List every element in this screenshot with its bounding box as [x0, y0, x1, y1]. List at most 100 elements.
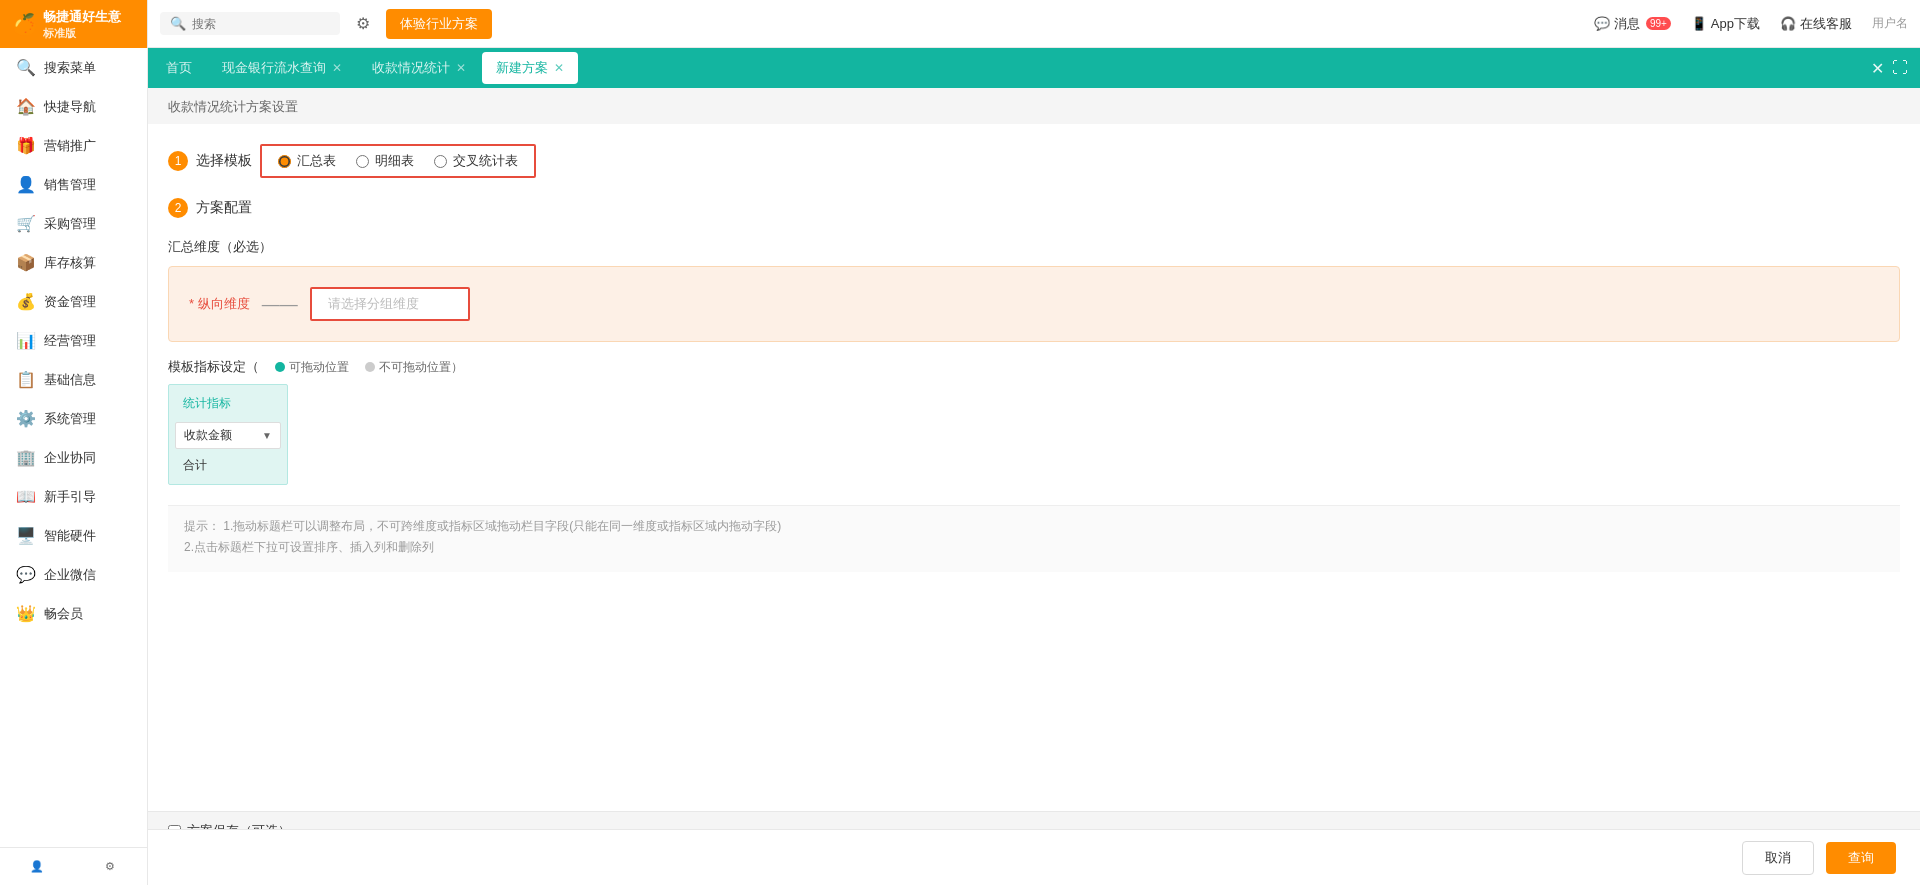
template-options: 汇总表 明细表 交叉统计表 [260, 144, 536, 178]
search-box[interactable]: 🔍 [160, 12, 340, 35]
sidebar-avatar[interactable]: 👤 [0, 856, 74, 877]
sidebar-item-wechat[interactable]: 💬 企业微信 [0, 555, 147, 594]
sidebar-item-member[interactable]: 👑 畅会员 [0, 594, 147, 633]
tip-line1: 提示： 1.拖动标题栏可以调整布局，不可跨维度或指标区域拖动栏目字段(只能在同一… [184, 518, 1884, 535]
cancel-button[interactable]: 取消 [1742, 841, 1814, 875]
stat-amount-label: 收款金额 [184, 427, 232, 444]
message-badge: 99+ [1646, 17, 1671, 30]
stat-dropdown-icon[interactable]: ▼ [262, 430, 272, 441]
tab-bank-flow-close[interactable]: ✕ [332, 61, 342, 75]
tabbar-actions: ✕ ⛶ [1871, 59, 1916, 78]
sidebar: 🍊 畅捷通好生意 标准版 🔍 搜索菜单 🏠 快捷导航 🎁 营销推广 👤 销售管理… [0, 0, 148, 885]
app-logo: 🍊 畅捷通好生意 标准版 [0, 0, 147, 48]
sidebar-item-label: 新手引导 [44, 488, 96, 506]
step2-label: 方案配置 [196, 199, 252, 217]
sidebar-item-label: 基础信息 [44, 371, 96, 389]
sidebar-item-label: 智能硬件 [44, 527, 96, 545]
sidebar-item-label: 企业协同 [44, 449, 96, 467]
movable-text: 可拖动位置 [289, 359, 349, 376]
topbar: 🔍 ⚙ 体验行业方案 💬 消息 99+ 📱 App下载 🎧 在线客服 用户名 [148, 0, 1920, 48]
purchase-icon: 🛒 [16, 214, 36, 233]
tabbar: 首页 现金银行流水查询 ✕ 收款情况统计 ✕ 新建方案 ✕ ✕ ⛶ [148, 48, 1920, 88]
sidebar-item-finance[interactable]: 💰 资金管理 [0, 282, 147, 321]
close-all-icon[interactable]: ✕ [1871, 59, 1884, 78]
online-service-item[interactable]: 🎧 在线客服 [1780, 15, 1852, 33]
guide-icon: 📖 [16, 487, 36, 506]
sidebar-item-marketing[interactable]: 🎁 营销推广 [0, 126, 147, 165]
dimension-select[interactable]: 请选择分组维度 [310, 287, 470, 321]
radio-cross[interactable]: 交叉统计表 [434, 152, 518, 170]
radio-cross-input[interactable] [434, 155, 447, 168]
tip-line2: 2.点击标题栏下拉可设置排序、插入列和删除列 [184, 539, 1884, 556]
tab-collection-stat-label: 收款情况统计 [372, 59, 450, 77]
sidebar-item-quick-nav[interactable]: 🏠 快捷导航 [0, 87, 147, 126]
app-download-label: App下载 [1711, 15, 1760, 33]
member-icon: 👑 [16, 604, 36, 623]
step2-title: 2 方案配置 [168, 198, 1900, 218]
tab-bank-flow-label: 现金银行流水查询 [222, 59, 326, 77]
search-menu-icon: 🔍 [16, 58, 36, 77]
step1-label: 选择模板 [196, 152, 252, 170]
sidebar-item-sales[interactable]: 👤 销售管理 [0, 165, 147, 204]
tab-new-plan-close[interactable]: ✕ [554, 61, 564, 75]
stat-item-amount[interactable]: 收款金额 ▼ [175, 422, 281, 449]
indicators-header: 模板指标设定（ 可拖动位置 不可拖动位置） [168, 358, 1900, 376]
expand-icon[interactable]: ⛶ [1892, 59, 1908, 77]
sidebar-item-label: 系统管理 [44, 410, 96, 428]
sidebar-item-label: 快捷导航 [44, 98, 96, 116]
sidebar-item-label: 搜索菜单 [44, 59, 96, 77]
sidebar-bottom: 👤 ⚙ [0, 847, 147, 885]
sidebar-item-purchase[interactable]: 🛒 采购管理 [0, 204, 147, 243]
radio-cross-label: 交叉统计表 [453, 152, 518, 170]
app-name: 畅捷通好生意 [43, 8, 121, 26]
download-icon: 📱 [1691, 16, 1707, 31]
radio-detail[interactable]: 明细表 [356, 152, 414, 170]
industry-btn[interactable]: 体验行业方案 [386, 9, 492, 39]
sidebar-item-search-menu[interactable]: 🔍 搜索菜单 [0, 48, 147, 87]
quick-nav-icon: 🏠 [16, 97, 36, 116]
sidebar-item-hardware[interactable]: 🖥️ 智能硬件 [0, 516, 147, 555]
content-area: 收款情况统计方案设置 1 选择模板 汇总表 明细表 [148, 88, 1920, 829]
app-download-item[interactable]: 📱 App下载 [1691, 15, 1760, 33]
indicators-title-prefix: 模板指标设定（ [168, 358, 259, 376]
radio-summary[interactable]: 汇总表 [278, 152, 336, 170]
query-button[interactable]: 查询 [1826, 842, 1896, 874]
sidebar-item-label: 采购管理 [44, 215, 96, 233]
tab-collection-stat[interactable]: 收款情况统计 ✕ [358, 52, 480, 84]
dimension-area: * 纵向维度 —— 请选择分组维度 [168, 266, 1900, 342]
sales-icon: 👤 [16, 175, 36, 194]
message-icon: 💬 [1594, 16, 1610, 31]
unmovable-text: 不可拖动位置） [379, 359, 463, 376]
movable-dot-active [275, 362, 285, 372]
sidebar-item-system[interactable]: ⚙️ 系统管理 [0, 399, 147, 438]
tab-bank-flow[interactable]: 现金银行流水查询 ✕ [208, 52, 356, 84]
save-option[interactable]: 方案保存（可选） [168, 822, 291, 829]
sidebar-item-basic-info[interactable]: 📋 基础信息 [0, 360, 147, 399]
radio-detail-input[interactable] [356, 155, 369, 168]
gear-icon[interactable]: ⚙ [356, 14, 370, 33]
radio-summary-label: 汇总表 [297, 152, 336, 170]
sidebar-settings[interactable]: ⚙ [74, 856, 148, 877]
radio-summary-input[interactable] [278, 155, 291, 168]
main-area: 🔍 ⚙ 体验行业方案 💬 消息 99+ 📱 App下载 🎧 在线客服 用户名 首… [148, 0, 1920, 885]
sidebar-item-label: 销售管理 [44, 176, 96, 194]
search-input[interactable] [192, 17, 312, 31]
inventory-icon: 📦 [16, 253, 36, 272]
tips-section: 提示： 1.拖动标题栏可以调整布局，不可跨维度或指标区域拖动栏目字段(只能在同一… [168, 505, 1900, 572]
indicators-section: 模板指标设定（ 可拖动位置 不可拖动位置） [168, 358, 1900, 485]
sidebar-item-guide[interactable]: 📖 新手引导 [0, 477, 147, 516]
breadcrumb-text: 收款情况统计方案设置 [168, 99, 298, 114]
tab-home[interactable]: 首页 [152, 52, 206, 84]
bottom-bar: 取消 查询 [148, 829, 1920, 885]
sidebar-item-inventory[interactable]: 📦 库存核算 [0, 243, 147, 282]
save-label: 方案保存（可选） [187, 822, 291, 829]
dimension-row: * 纵向维度 —— 请选择分组维度 [189, 287, 1879, 321]
tab-collection-stat-close[interactable]: ✕ [456, 61, 466, 75]
step1-num: 1 [168, 151, 188, 171]
sidebar-item-operation[interactable]: 📊 经营管理 [0, 321, 147, 360]
sidebar-item-enterprise[interactable]: 🏢 企业协同 [0, 438, 147, 477]
message-label: 消息 [1614, 15, 1640, 33]
tab-new-plan[interactable]: 新建方案 ✕ [482, 52, 578, 84]
service-icon: 🎧 [1780, 16, 1796, 31]
message-item[interactable]: 💬 消息 99+ [1594, 15, 1671, 33]
